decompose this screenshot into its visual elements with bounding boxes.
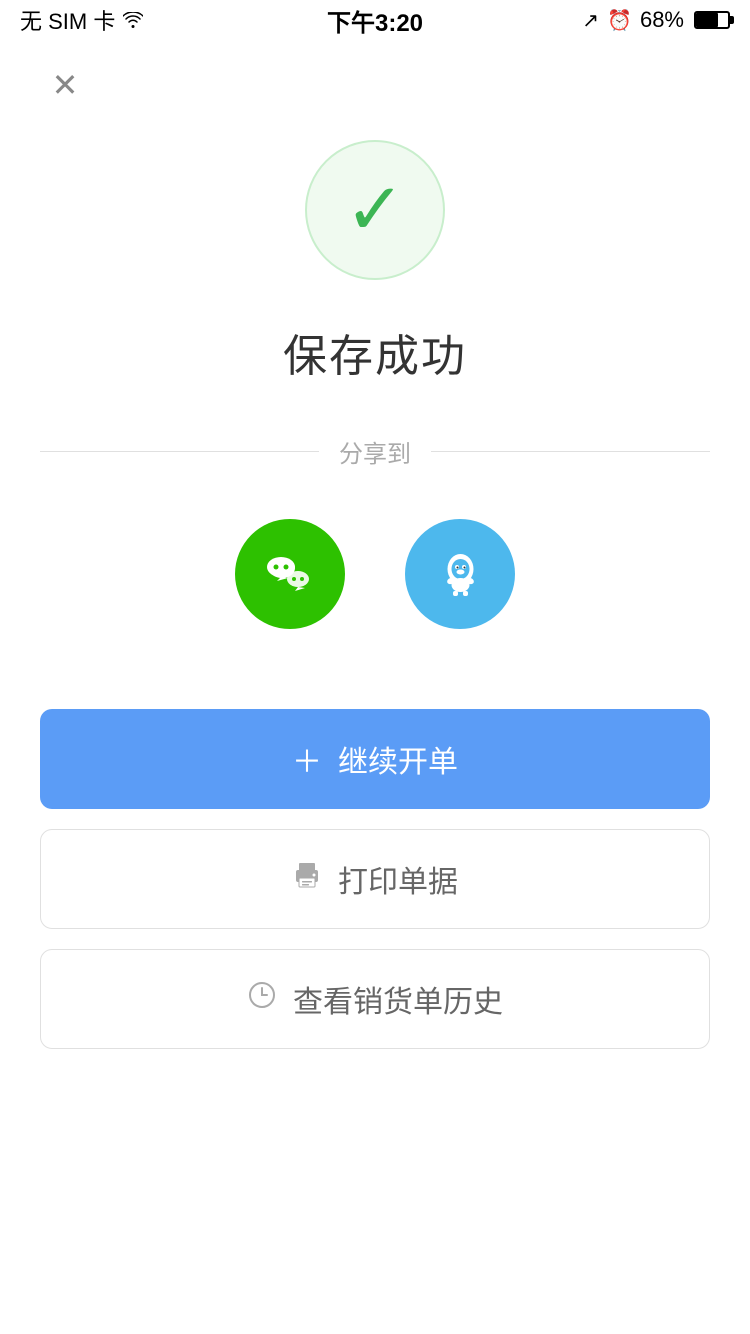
battery-percent: 68% bbox=[640, 7, 684, 33]
status-time: 下午3:20 bbox=[327, 3, 423, 38]
qq-share-button[interactable] bbox=[405, 519, 515, 629]
print-label: 打印单据 bbox=[338, 857, 458, 901]
divider-left bbox=[40, 451, 319, 452]
wechat-icon bbox=[260, 544, 320, 604]
history-icon bbox=[247, 980, 277, 1018]
history-button[interactable]: 查看销货单历史 bbox=[40, 949, 710, 1049]
success-title: 保存成功 bbox=[283, 320, 467, 384]
main-content: ✓ 保存成功 分享到 bbox=[0, 40, 750, 1049]
success-icon-circle: ✓ bbox=[305, 140, 445, 280]
qq-icon bbox=[433, 547, 488, 602]
alarm-icon: ⏰ bbox=[607, 8, 632, 33]
print-icon bbox=[292, 860, 322, 898]
status-left: 无 SIM 卡 bbox=[20, 4, 143, 36]
status-bar: 无 SIM 卡 下午3:20 ↗ ⏰ 68% bbox=[0, 0, 750, 40]
share-icons bbox=[235, 519, 515, 629]
status-right: ↗ ⏰ 68% bbox=[582, 7, 730, 33]
continue-label: 继续开单 bbox=[338, 737, 458, 781]
share-divider: 分享到 bbox=[40, 434, 710, 469]
sim-label: 无 SIM 卡 bbox=[20, 4, 115, 36]
checkmark-icon: ✓ bbox=[345, 174, 405, 246]
location-icon: ↗ bbox=[582, 8, 599, 33]
divider-right bbox=[431, 451, 710, 452]
print-button[interactable]: 打印单据 bbox=[40, 829, 710, 929]
wifi-icon bbox=[123, 12, 143, 28]
action-buttons: ＋ 继续开单 打印单据 bbox=[40, 709, 710, 1049]
history-label: 查看销货单历史 bbox=[293, 977, 503, 1021]
wechat-share-button[interactable] bbox=[235, 519, 345, 629]
continue-button[interactable]: ＋ 继续开单 bbox=[40, 709, 710, 809]
close-button[interactable]: ✕ bbox=[40, 60, 90, 110]
battery-icon bbox=[694, 11, 730, 29]
close-icon: ✕ bbox=[52, 69, 79, 101]
plus-icon: ＋ bbox=[292, 737, 322, 781]
share-label: 分享到 bbox=[339, 434, 411, 469]
